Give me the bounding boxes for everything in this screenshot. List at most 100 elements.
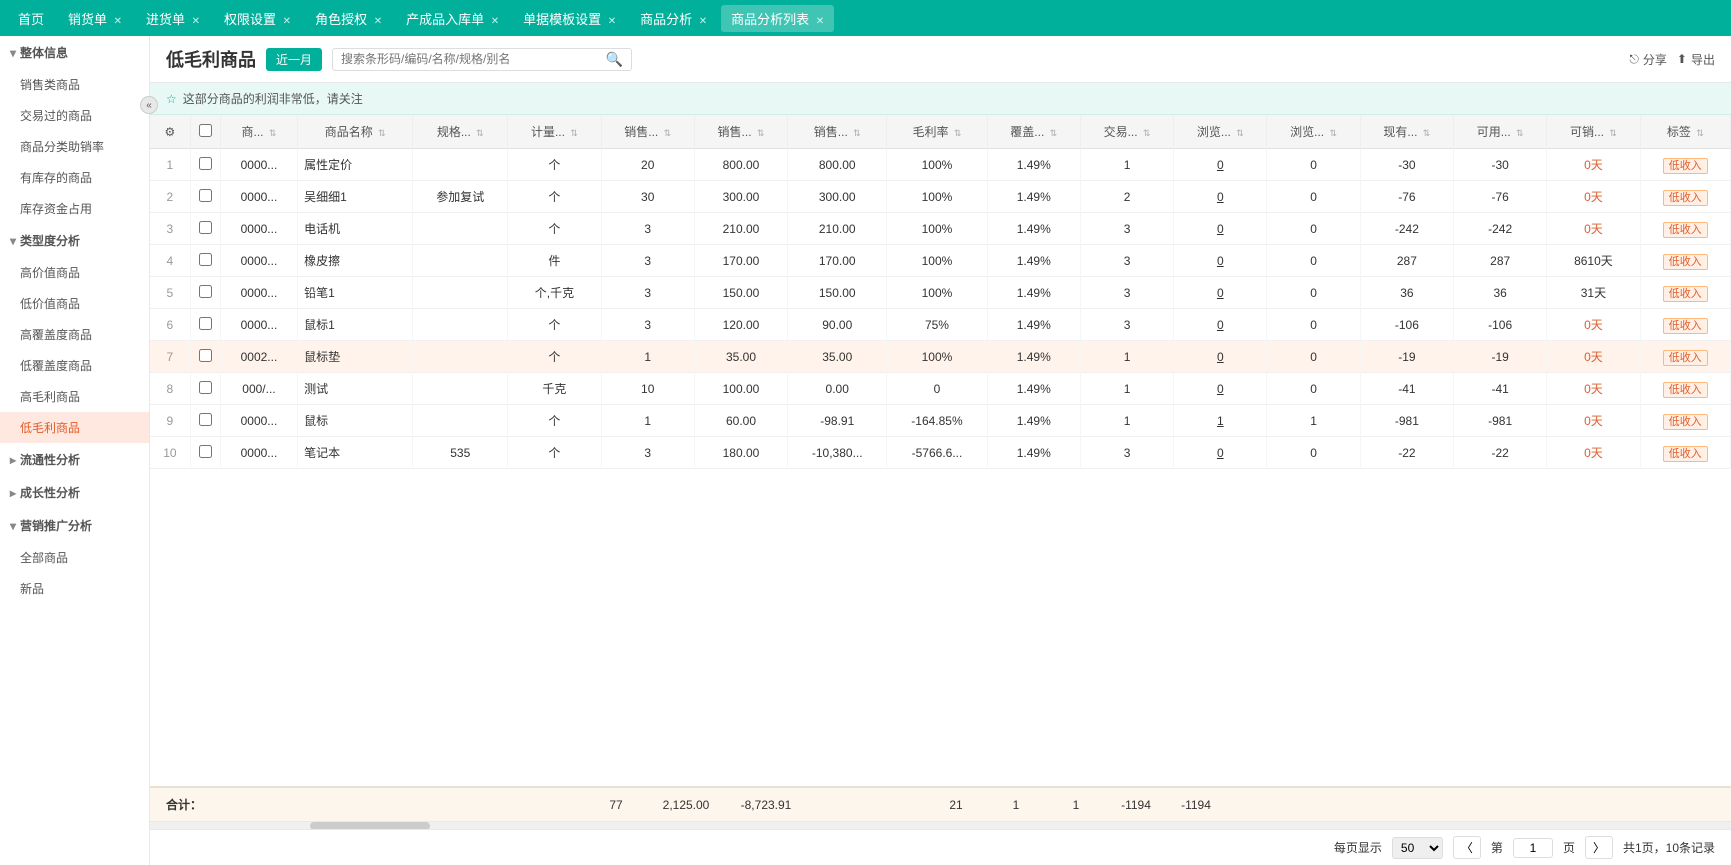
col-tag[interactable]: 标签 ⇅	[1640, 115, 1730, 149]
close-product-icon[interactable]: ✕	[491, 16, 499, 27]
row-checkbox-cell[interactable]	[190, 405, 220, 437]
sidebar-item-high-coverage[interactable]: 高覆盖度商品	[0, 319, 149, 350]
row-checkbox[interactable]	[199, 381, 212, 394]
date-filter-button[interactable]: 近一月	[266, 48, 322, 71]
close-purchase-order-icon[interactable]: ✕	[192, 16, 200, 27]
col-sale-profit[interactable]: 销售... ⇅	[788, 115, 887, 149]
sidebar-item-new-goods[interactable]: 新品	[0, 573, 149, 604]
nav-product-entry[interactable]: 产成品入库单 ✕	[396, 5, 509, 32]
row-checkbox-cell[interactable]	[190, 245, 220, 277]
row-checkbox-cell[interactable]	[190, 181, 220, 213]
row-checkbox[interactable]	[199, 445, 212, 458]
row-view1[interactable]: 0	[1174, 149, 1267, 181]
close-analysis-icon[interactable]: ✕	[699, 16, 707, 27]
sidebar-item-stocked-goods[interactable]: 有库存的商品	[0, 162, 149, 193]
nav-home[interactable]: 首页	[8, 5, 54, 32]
close-permission-icon[interactable]: ✕	[283, 16, 291, 27]
row-view1[interactable]: 0	[1174, 245, 1267, 277]
search-input[interactable]	[341, 52, 606, 66]
next-page-button[interactable]: 〉	[1585, 836, 1613, 859]
col-trade-count[interactable]: 交易... ⇅	[1080, 115, 1173, 149]
nav-product-analysis-list[interactable]: 商品分析列表 ✕	[721, 5, 834, 32]
close-template-icon[interactable]: ✕	[608, 16, 616, 27]
nav-template-settings[interactable]: 单据模板设置 ✕	[513, 5, 626, 32]
col-view2[interactable]: 浏览... ⇅	[1267, 115, 1360, 149]
col-sale-amt[interactable]: 销售... ⇅	[694, 115, 787, 149]
view1-link[interactable]: 0	[1217, 350, 1224, 364]
view1-link[interactable]: 0	[1217, 286, 1224, 300]
table-row[interactable]: 7 0002... 鼠标垫 个 1 35.00 35.00 100% 1.49%…	[150, 341, 1731, 373]
table-row[interactable]: 5 0000... 铅笔1 个,千克 3 150.00 150.00 100% …	[150, 277, 1731, 309]
row-checkbox-cell[interactable]	[190, 309, 220, 341]
view1-link[interactable]: 0	[1217, 446, 1224, 460]
sidebar-item-high-margin[interactable]: 高毛利商品	[0, 381, 149, 412]
col-gross-rate[interactable]: 毛利率 ⇅	[887, 115, 987, 149]
sidebar-item-high-value[interactable]: 高价值商品	[0, 257, 149, 288]
row-view1[interactable]: 0	[1174, 213, 1267, 245]
table-row[interactable]: 3 0000... 电话机 个 3 210.00 210.00 100% 1.4…	[150, 213, 1731, 245]
sidebar-item-traded-goods[interactable]: 交易过的商品	[0, 100, 149, 131]
row-checkbox[interactable]	[199, 189, 212, 202]
row-checkbox-cell[interactable]	[190, 373, 220, 405]
table-row[interactable]: 4 0000... 橡皮擦 件 3 170.00 170.00 100% 1.4…	[150, 245, 1731, 277]
col-available[interactable]: 可用... ⇅	[1454, 115, 1547, 149]
sidebar-item-category-rate[interactable]: 商品分类助销率	[0, 131, 149, 162]
col-saleable[interactable]: 可销... ⇅	[1547, 115, 1640, 149]
row-checkbox[interactable]	[199, 413, 212, 426]
row-checkbox[interactable]	[199, 317, 212, 330]
nav-purchase-order[interactable]: 进货单 ✕	[136, 5, 210, 32]
nav-sales-order[interactable]: 销货单 ✕	[58, 5, 132, 32]
sidebar-group-marketing[interactable]: ▾ 营销推广分析	[0, 509, 149, 542]
per-page-select[interactable]: 50 20 100	[1392, 837, 1443, 859]
table-row[interactable]: 8 000/... 测试 千克 10 100.00 0.00 0 1.49% 1…	[150, 373, 1731, 405]
nav-permission-settings[interactable]: 权限设置 ✕	[214, 5, 301, 32]
col-unit[interactable]: 计量... ⇅	[508, 115, 601, 149]
horizontal-scrollbar[interactable]	[150, 821, 1731, 829]
view1-link[interactable]: 0	[1217, 254, 1224, 268]
row-checkbox[interactable]	[199, 285, 212, 298]
sidebar-collapse-button[interactable]: «	[140, 96, 158, 114]
close-role-icon[interactable]: ✕	[374, 16, 382, 27]
sidebar-item-low-margin[interactable]: 低毛利商品	[0, 412, 149, 443]
sidebar-group-type-analysis[interactable]: ▾ 类型度分析	[0, 224, 149, 257]
row-checkbox-cell[interactable]	[190, 213, 220, 245]
row-view1[interactable]: 0	[1174, 181, 1267, 213]
nav-role-auth[interactable]: 角色授权 ✕	[305, 5, 392, 32]
row-checkbox[interactable]	[199, 221, 212, 234]
col-sale-qty[interactable]: 销售... ⇅	[601, 115, 694, 149]
close-analysis-list-icon[interactable]: ✕	[816, 16, 824, 27]
row-checkbox-cell[interactable]	[190, 277, 220, 309]
prev-page-button[interactable]: 〈	[1453, 836, 1481, 859]
export-button[interactable]: ⬆ 导出	[1677, 51, 1715, 68]
sidebar-group-circulation[interactable]: ▸ 流通性分析	[0, 443, 149, 476]
row-checkbox[interactable]	[199, 157, 212, 170]
col-settings[interactable]: ⚙	[150, 115, 190, 149]
nav-product-analysis[interactable]: 商品分析 ✕	[630, 5, 717, 32]
row-view1[interactable]: 0	[1174, 437, 1267, 469]
col-name[interactable]: 商品名称 ⇅	[298, 115, 413, 149]
col-current[interactable]: 现有... ⇅	[1360, 115, 1453, 149]
table-row[interactable]: 2 0000... 吴细细1 参加复试 个 30 300.00 300.00 1…	[150, 181, 1731, 213]
sidebar-item-low-value[interactable]: 低价值商品	[0, 288, 149, 319]
row-view1[interactable]: 1	[1174, 405, 1267, 437]
view1-link[interactable]: 0	[1217, 190, 1224, 204]
row-view1[interactable]: 0	[1174, 309, 1267, 341]
sidebar-item-all-goods[interactable]: 全部商品	[0, 542, 149, 573]
view1-link[interactable]: 0	[1217, 158, 1224, 172]
page-input[interactable]	[1513, 838, 1553, 858]
row-checkbox-cell[interactable]	[190, 149, 220, 181]
view1-link[interactable]: 0	[1217, 382, 1224, 396]
share-button[interactable]: ⎋ 分享	[1629, 51, 1667, 68]
sidebar-item-inventory-capital[interactable]: 库存资金占用	[0, 193, 149, 224]
view1-link[interactable]: 0	[1217, 318, 1224, 332]
row-view1[interactable]: 0	[1174, 341, 1267, 373]
row-view1[interactable]: 0	[1174, 277, 1267, 309]
col-checkbox[interactable]	[190, 115, 220, 149]
row-checkbox[interactable]	[199, 349, 212, 362]
sidebar-group-overall[interactable]: ▾ 整体信息	[0, 36, 149, 69]
view1-link[interactable]: 1	[1217, 414, 1224, 428]
col-code[interactable]: 商... ⇅	[220, 115, 297, 149]
col-spec[interactable]: 规格... ⇅	[413, 115, 508, 149]
row-checkbox-cell[interactable]	[190, 341, 220, 373]
sidebar-group-growth[interactable]: ▸ 成长性分析	[0, 476, 149, 509]
